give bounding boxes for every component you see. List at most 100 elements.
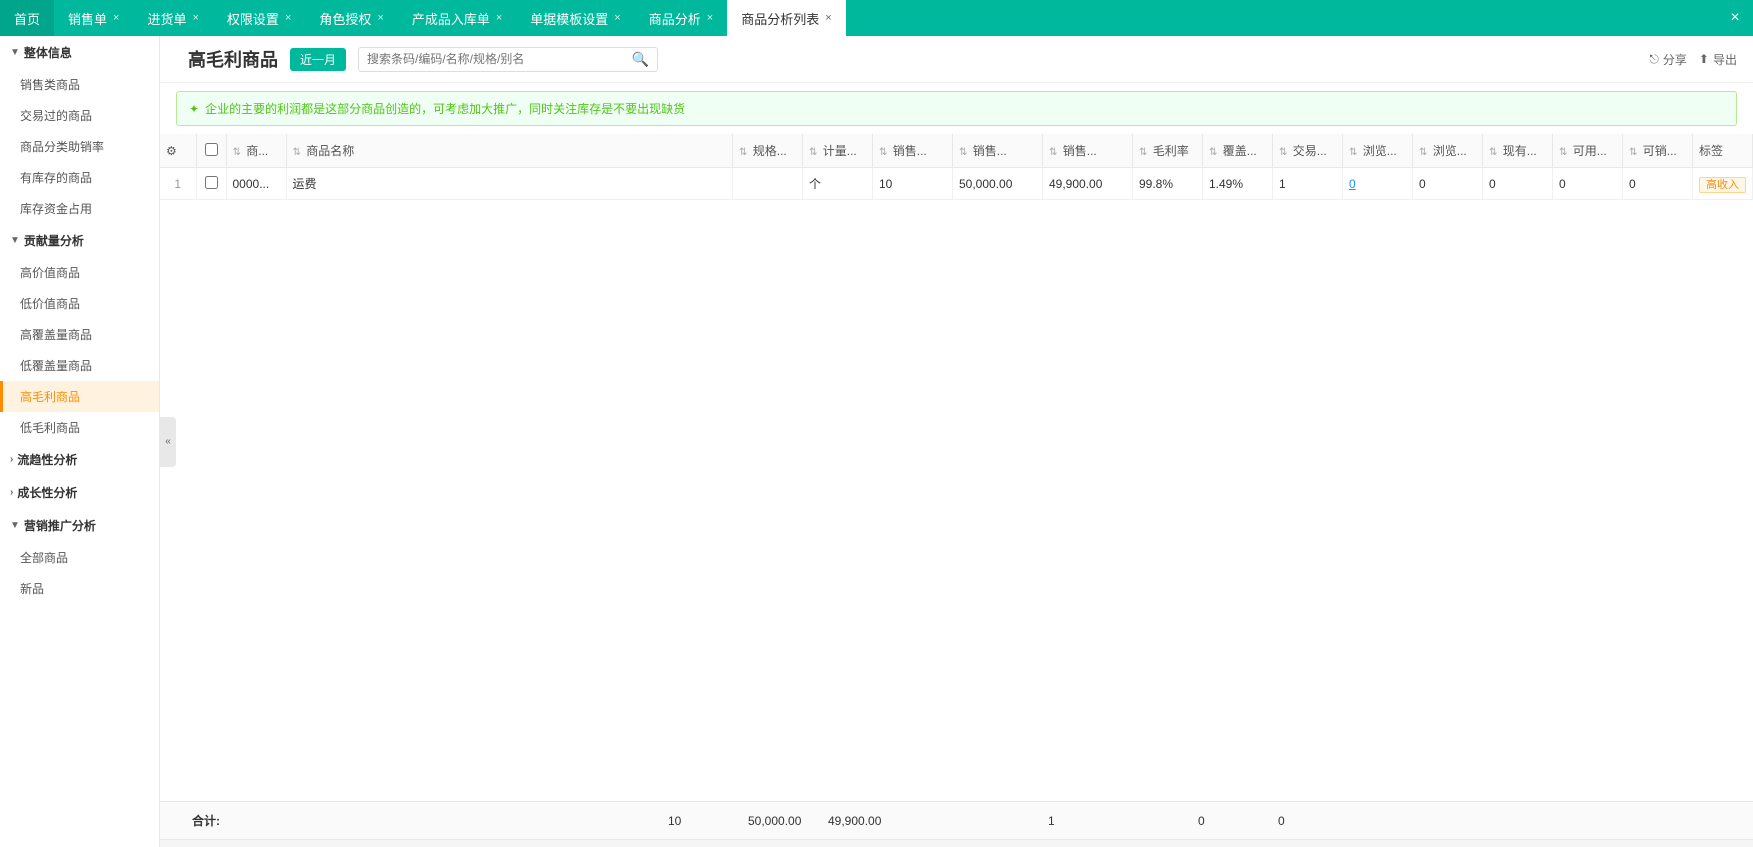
col-transaction: ⇅ 交易... [1273, 134, 1343, 168]
sort-icon-browse2[interactable]: ⇅ [1419, 147, 1427, 158]
nav-home[interactable]: 首页 [0, 0, 54, 36]
sidebar-item-sales-goods[interactable]: 销售类商品 [0, 69, 159, 100]
settings-icon[interactable]: ⚙ [166, 144, 177, 158]
col-unit: ⇅ 计量... [803, 134, 873, 168]
section-arrow-marketing: ▼ [10, 520, 20, 531]
col-browse1: ⇅ 浏览... [1343, 134, 1413, 168]
row-spec [733, 168, 803, 200]
row-current-stock: 0 [1483, 168, 1553, 200]
footer-transaction: 1 [1042, 814, 1122, 828]
sort-icon-spec[interactable]: ⇅ [739, 147, 747, 158]
row-gross-rate: 99.8% [1133, 168, 1203, 200]
col-coverage: ⇅ 覆盖... [1203, 134, 1273, 168]
sidebar-item-all-goods[interactable]: 全部商品 [0, 542, 159, 573]
col-name: ⇅ 商品名称 [286, 134, 733, 168]
nav-permissions-close[interactable]: × [285, 12, 291, 24]
col-available-stock: ⇅ 可用... [1553, 134, 1623, 168]
col-gross-rate: ⇅ 毛利率 [1133, 134, 1203, 168]
col-settings[interactable]: ⚙ [160, 134, 196, 168]
nav-roles-close[interactable]: × [377, 12, 383, 24]
sort-icon-gross-rate[interactable]: ⇅ [1139, 147, 1147, 158]
sidebar-section-contribution[interactable]: ▼ 贡献量分析 [0, 224, 159, 257]
export-button[interactable]: ⬆ 导出 [1699, 51, 1737, 68]
sidebar: ▼ 整体信息 销售类商品 交易过的商品 商品分类助销率 有库存的商品 库存资金占… [0, 36, 160, 847]
page-title: 高毛利商品 [188, 46, 278, 72]
row-coverage: 1.49% [1203, 168, 1273, 200]
sidebar-section-flow[interactable]: › 流趋性分析 [0, 443, 159, 476]
table-row: 1 0000... 运费 个 10 50,000.00 49,900.00 99… [160, 168, 1753, 200]
sidebar-section-overall[interactable]: ▼ 整体信息 [0, 36, 159, 69]
nav-sales-close[interactable]: × [113, 12, 119, 24]
top-nav: 首页 销售单 × 进货单 × 权限设置 × 角色授权 × 产成品入库单 × 单据… [0, 0, 1753, 36]
sort-icon-transaction[interactable]: ⇅ [1279, 147, 1287, 158]
header-actions: ⎋ 分享 ⬆ 导出 [1649, 51, 1737, 68]
row-select-checkbox[interactable] [205, 176, 218, 189]
col-spec: ⇅ 规格... [733, 134, 803, 168]
nav-product-analysis-list[interactable]: 商品分析列表 × [727, 0, 845, 36]
nav-product-analysis-list-close[interactable]: × [825, 12, 831, 24]
footer-browse2: 0 [1192, 814, 1272, 828]
info-icon: ✦ [189, 102, 199, 116]
sort-icon-code[interactable]: ⇅ [233, 147, 241, 158]
sort-icon-unit[interactable]: ⇅ [809, 147, 817, 158]
sort-icon-available-stock[interactable]: ⇅ [1559, 147, 1567, 158]
row-num: 1 [160, 168, 196, 200]
sidebar-item-traded-goods[interactable]: 交易过的商品 [0, 100, 159, 131]
row-browse2: 0 [1413, 168, 1483, 200]
nav-products-inbound-close[interactable]: × [496, 12, 502, 24]
row-sales-amount: 50,000.00 [953, 168, 1043, 200]
row-browse1[interactable]: 0 [1343, 168, 1413, 200]
sidebar-item-low-value[interactable]: 低价值商品 [0, 288, 159, 319]
col-saleable-stock: ⇅ 可销... [1623, 134, 1693, 168]
sidebar-item-low-margin[interactable]: 低毛利商品 [0, 412, 159, 443]
sort-icon-sales-qty[interactable]: ⇅ [879, 147, 887, 158]
sidebar-item-high-value[interactable]: 高价值商品 [0, 257, 159, 288]
sort-icon-browse1[interactable]: ⇅ [1349, 147, 1357, 158]
sidebar-section-marketing[interactable]: ▼ 营销推广分析 [0, 509, 159, 542]
share-button[interactable]: ⎋ 分享 [1649, 51, 1687, 68]
content-header: 高毛利商品 近一月 🔍 ⎋ 分享 ⬆ 导出 [160, 36, 1753, 83]
section-arrow-overall: ▼ [10, 47, 20, 58]
select-all-checkbox[interactable] [205, 143, 218, 156]
sidebar-item-new-goods[interactable]: 新品 [0, 573, 159, 604]
horizontal-scrollbar[interactable] [160, 839, 1753, 847]
nav-product-analysis[interactable]: 商品分析 × [635, 0, 727, 36]
search-icon[interactable]: 🔍 [632, 51, 649, 68]
nav-sales[interactable]: 销售单 × [54, 0, 133, 36]
col-current-stock: ⇅ 现有... [1483, 134, 1553, 168]
row-transaction: 1 [1273, 168, 1343, 200]
footer-sales-amount: 50,000.00 [742, 814, 822, 828]
info-banner: ✦ 企业的主要的利润都是这部分商品创造的，可考虑加大推广，同时关注库存是不要出现… [176, 91, 1737, 126]
sidebar-item-high-coverage[interactable]: 高覆盖量商品 [0, 319, 159, 350]
footer-sales-gross: 49,900.00 [822, 814, 902, 828]
sidebar-item-in-stock[interactable]: 有库存的商品 [0, 162, 159, 193]
sort-icon-sales-gross[interactable]: ⇅ [1049, 147, 1057, 158]
sidebar-collapse-button[interactable]: « [160, 417, 176, 467]
sort-icon-current-stock[interactable]: ⇅ [1489, 147, 1497, 158]
nav-template-close[interactable]: × [614, 12, 620, 24]
time-filter-button[interactable]: 近一月 [290, 48, 346, 71]
table-header-row: ⚙ ⇅ 商... ⇅ 商品名称 [160, 134, 1753, 168]
sidebar-item-high-margin[interactable]: 高毛利商品 [0, 381, 159, 412]
sort-icon-coverage[interactable]: ⇅ [1209, 147, 1217, 158]
nav-template-settings[interactable]: 单据模板设置 × [516, 0, 634, 36]
nav-roles[interactable]: 角色授权 × [305, 0, 397, 36]
search-input[interactable] [367, 52, 632, 66]
nav-product-analysis-close[interactable]: × [707, 12, 713, 24]
sidebar-item-category-rate[interactable]: 商品分类助销率 [0, 131, 159, 162]
export-icon: ⬆ [1699, 52, 1709, 66]
sidebar-item-stock-capital[interactable]: 库存资金占用 [0, 193, 159, 224]
nav-products-inbound[interactable]: 产成品入库单 × [398, 0, 516, 36]
sort-icon-sales-amount[interactable]: ⇅ [959, 147, 967, 158]
sort-icon-name[interactable]: ⇅ [293, 147, 301, 158]
sidebar-item-low-coverage[interactable]: 低覆盖量商品 [0, 350, 159, 381]
nav-permissions[interactable]: 权限设置 × [213, 0, 305, 36]
nav-purchase-close[interactable]: × [192, 12, 198, 24]
nav-close-all-button[interactable]: × [1717, 0, 1753, 36]
nav-purchase[interactable]: 进货单 × [133, 0, 212, 36]
col-code: ⇅ 商... [226, 134, 286, 168]
col-sales-gross: ⇅ 销售... [1043, 134, 1133, 168]
sort-icon-saleable-stock[interactable]: ⇅ [1629, 147, 1637, 158]
sidebar-section-growth[interactable]: › 成长性分析 [0, 476, 159, 509]
row-tag: 高收入 [1693, 168, 1753, 200]
